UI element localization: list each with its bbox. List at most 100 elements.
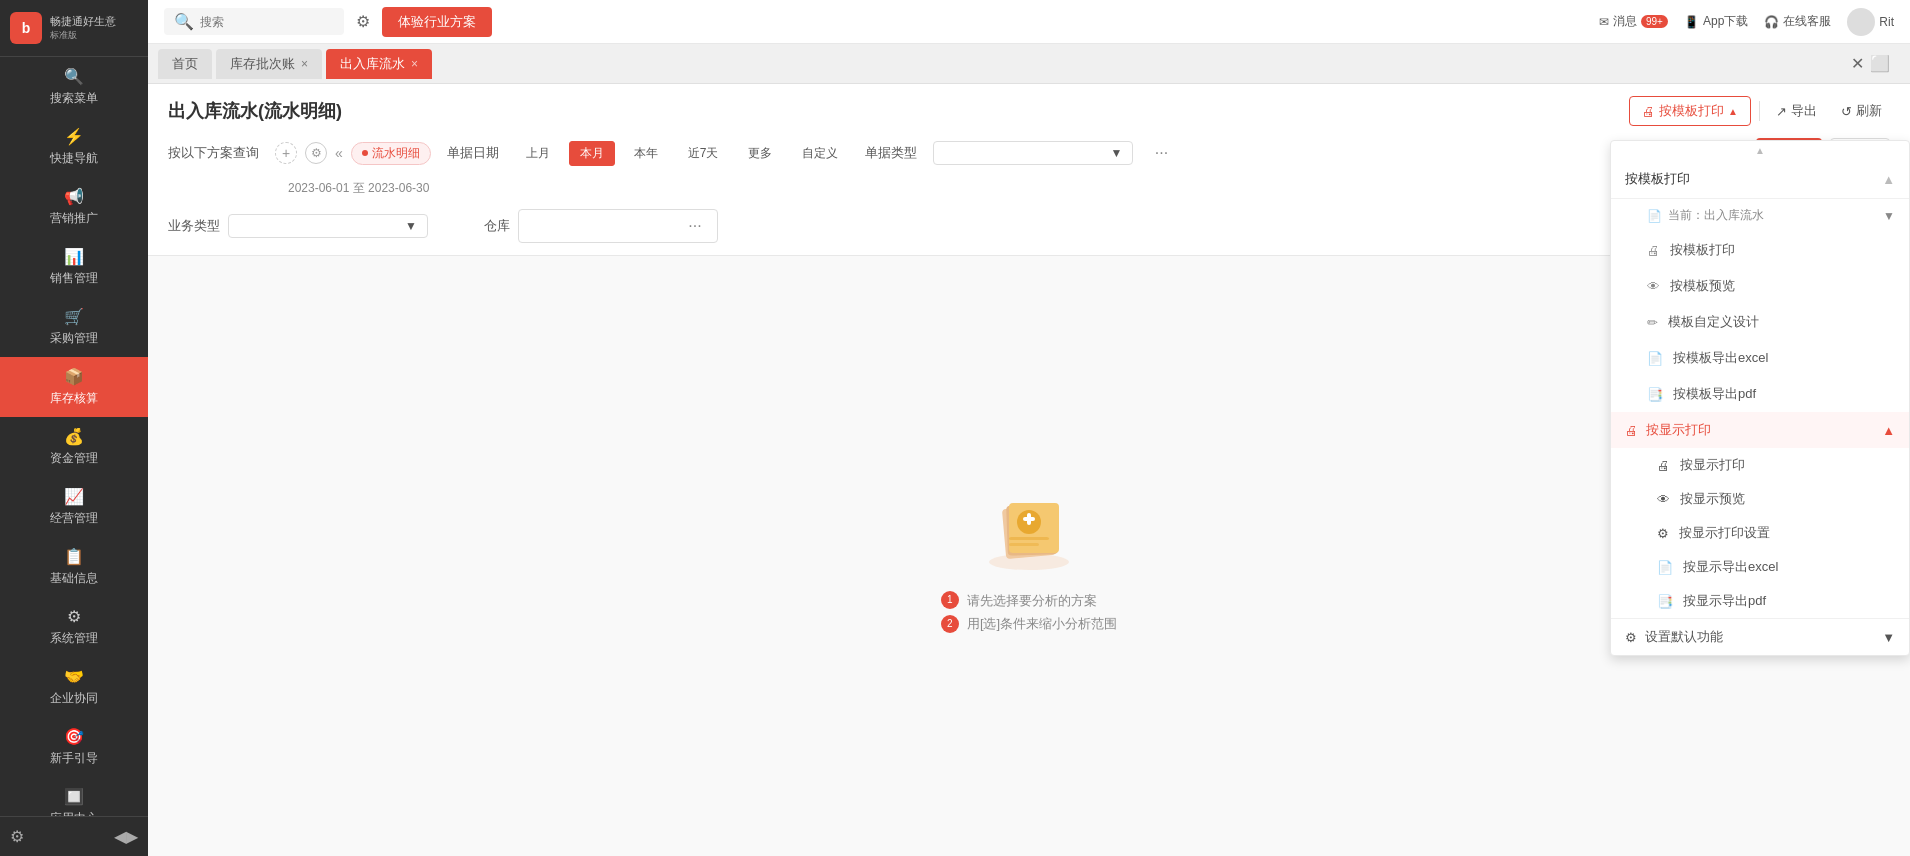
search-input[interactable] — [200, 15, 320, 29]
printer-icon: 🖨 — [1642, 104, 1655, 119]
message-icon: ✉ — [1599, 15, 1609, 29]
svg-rect-6 — [1027, 513, 1031, 525]
sidebar-item-app-center[interactable]: 🔲 应用中心 — [0, 777, 148, 816]
date-btn-this-month[interactable]: 本月 — [569, 141, 615, 166]
export-label: 导出 — [1791, 102, 1817, 120]
biz-type-chevron-icon: ▼ — [405, 219, 417, 233]
lightning-icon: ⚡ — [64, 127, 84, 146]
warehouse-more-btn[interactable]: ··· — [683, 214, 707, 238]
hint-2-text: 用[选]条件来缩小分析范围 — [967, 612, 1117, 635]
sidebar-item-inventory[interactable]: 📦 库存核算 — [0, 357, 148, 417]
date-btn-this-year[interactable]: 本年 — [623, 141, 669, 166]
sidebar-item-label: 库存核算 — [50, 390, 98, 407]
type-more-btn[interactable]: ··· — [1149, 141, 1173, 165]
header-search-box[interactable]: 🔍 — [164, 8, 344, 35]
cart-icon: 🛒 — [64, 307, 84, 326]
type-select[interactable]: ▼ — [933, 141, 1133, 165]
date-controls: 上月 本月 本年 近7天 更多 自定义 — [515, 141, 850, 166]
sidebar-item-enterprise[interactable]: 🤝 企业协同 — [0, 657, 148, 717]
dropdown-item-export-excel[interactable]: 📄 按模板导出excel — [1611, 340, 1909, 376]
type-select-chevron-icon: ▼ — [1111, 146, 1123, 160]
tab-batch-label: 库存批次账 — [230, 55, 295, 73]
display-preview-item[interactable]: 👁 按显示预览 — [1611, 482, 1909, 516]
app-download-btn[interactable]: 📱 App下载 — [1684, 13, 1748, 30]
user-profile[interactable]: Rit — [1847, 8, 1894, 36]
dropdown-item-custom[interactable]: ✏ 模板自定义设计 — [1611, 304, 1909, 340]
tag-item-flow[interactable]: 流水明细 — [351, 142, 431, 165]
logo-icon: b — [10, 12, 42, 44]
print-template-btn[interactable]: 🖨 按模板打印 ▲ — [1629, 96, 1751, 126]
tab-inventory-flow[interactable]: 出入库流水 × — [326, 49, 432, 79]
warehouse-select[interactable]: ··· — [518, 209, 718, 243]
tab-batch-account[interactable]: 库存批次账 × — [216, 49, 322, 79]
date-btn-custom[interactable]: 自定义 — [791, 141, 849, 166]
tab-bar: 首页 库存批次账 × 出入库流水 × ✕ ⬜ — [148, 44, 1910, 84]
tag-label: 流水明细 — [372, 145, 420, 162]
trial-btn[interactable]: 体验行业方案 — [382, 7, 492, 37]
display-export-pdf-item[interactable]: 📑 按显示导出pdf — [1611, 584, 1909, 618]
message-btn[interactable]: ✉ 消息 99+ — [1599, 13, 1668, 30]
add-tag-btn[interactable]: + — [275, 142, 297, 164]
biz-type-select[interactable]: ▼ — [228, 214, 428, 238]
message-label: 消息 — [1613, 13, 1637, 30]
tab-home[interactable]: 首页 — [158, 49, 212, 79]
filter-tags: + ⚙ « 流水明细 — [275, 142, 431, 165]
sidebar-item-marketing[interactable]: 📢 营销推广 — [0, 177, 148, 237]
current-template-label: 📄 当前：出入库流水 ▼ — [1611, 199, 1909, 232]
sidebar-item-shortcut[interactable]: ⚡ 快捷导航 — [0, 117, 148, 177]
sidebar-item-label: 基础信息 — [50, 570, 98, 587]
online-service-btn[interactable]: 🎧 在线客服 — [1764, 13, 1831, 30]
sidebar-item-operations[interactable]: 📈 经营管理 — [0, 477, 148, 537]
date-btn-more[interactable]: 更多 — [737, 141, 783, 166]
display-excel-label: 按显示导出excel — [1683, 558, 1778, 576]
date-field-label: 单据日期 — [447, 144, 499, 162]
display-print-item[interactable]: 🖨 按显示打印 — [1611, 448, 1909, 482]
header-gear-icon[interactable]: ⚙ — [356, 12, 370, 31]
tag-dot — [362, 150, 368, 156]
sidebar-item-system[interactable]: ⚙ 系统管理 — [0, 597, 148, 657]
collapse-tags-icon[interactable]: « — [335, 145, 343, 161]
dropdown-item-export-pdf[interactable]: 📑 按模板导出pdf — [1611, 376, 1909, 412]
edit-icon: ✏ — [1647, 315, 1658, 330]
sidebar-nav: 🔍 搜索菜单 ⚡ 快捷导航 📢 营销推广 📊 销售管理 🛒 采购管理 📦 库存核… — [0, 57, 148, 816]
sidebar-item-label: 资金管理 — [50, 450, 98, 467]
sidebar-item-search[interactable]: 🔍 搜索菜单 — [0, 57, 148, 117]
window-close-btn[interactable]: ✕ — [1851, 54, 1864, 73]
sidebar-item-guide[interactable]: 🎯 新手引导 — [0, 717, 148, 777]
empty-illustration — [969, 477, 1089, 577]
export-btn[interactable]: ↗ 导出 — [1768, 98, 1825, 124]
display-print-label: 按显示打印 — [1680, 456, 1745, 474]
refresh-btn[interactable]: ↺ 刷新 — [1833, 98, 1890, 124]
header-right: ✉ 消息 99+ 📱 App下载 🎧 在线客服 Rit — [1599, 8, 1894, 36]
collapse-sidebar-icon[interactable]: ◀▶ — [114, 827, 138, 846]
date-btn-last-month[interactable]: 上月 — [515, 141, 561, 166]
date-btn-7days[interactable]: 近7天 — [677, 141, 730, 166]
search-header-icon: 🔍 — [174, 12, 194, 31]
current-chevron-icon: ▼ — [1883, 209, 1895, 223]
display-preview-label: 按显示预览 — [1680, 490, 1745, 508]
settings-bottom-icon[interactable]: ⚙ — [10, 827, 24, 846]
tab-batch-close-icon[interactable]: × — [301, 57, 308, 71]
display-export-excel-item[interactable]: 📄 按显示导出excel — [1611, 550, 1909, 584]
tag-settings-icon[interactable]: ⚙ — [305, 142, 327, 164]
print-template-label: 按模板打印 — [1659, 102, 1724, 120]
window-maximize-btn[interactable]: ⬜ — [1870, 54, 1890, 73]
sidebar-item-finance[interactable]: 💰 资金管理 — [0, 417, 148, 477]
dropdown-item-print[interactable]: 🖨 按模板打印 — [1611, 232, 1909, 268]
dropdown-item-preview[interactable]: 👁 按模板预览 — [1611, 268, 1909, 304]
display-section-icon: 🖨 — [1625, 423, 1638, 438]
empty-hint-1: 1 请先选择要分析的方案 — [941, 589, 1117, 612]
sidebar-item-sales[interactable]: 📊 销售管理 — [0, 237, 148, 297]
excel-icon: 📄 — [1647, 351, 1663, 366]
tab-flow-close-icon[interactable]: × — [411, 57, 418, 71]
dropdown-footer[interactable]: ⚙ 设置默认功能 ▼ — [1611, 618, 1909, 655]
print-dropdown-panel: ▲ 按模板打印 ▲ 📄 当前：出入库流水 ▼ 🖨 按模板打印 👁 按模板预览 ✏… — [1610, 140, 1910, 656]
dropdown-excel-label: 按模板导出excel — [1673, 349, 1768, 367]
main-area: 🔍 ⚙ 体验行业方案 ✉ 消息 99+ 📱 App下载 🎧 在线客服 Ri — [148, 0, 1910, 856]
display-print-section[interactable]: 🖨 按显示打印 ▲ — [1611, 412, 1909, 448]
sidebar-item-basic[interactable]: 📋 基础信息 — [0, 537, 148, 597]
sidebar-item-purchase[interactable]: 🛒 采购管理 — [0, 297, 148, 357]
user-avatar — [1847, 8, 1875, 36]
display-print-settings-item[interactable]: ⚙ 按显示打印设置 — [1611, 516, 1909, 550]
current-text: 当前：出入库流水 — [1668, 207, 1764, 224]
